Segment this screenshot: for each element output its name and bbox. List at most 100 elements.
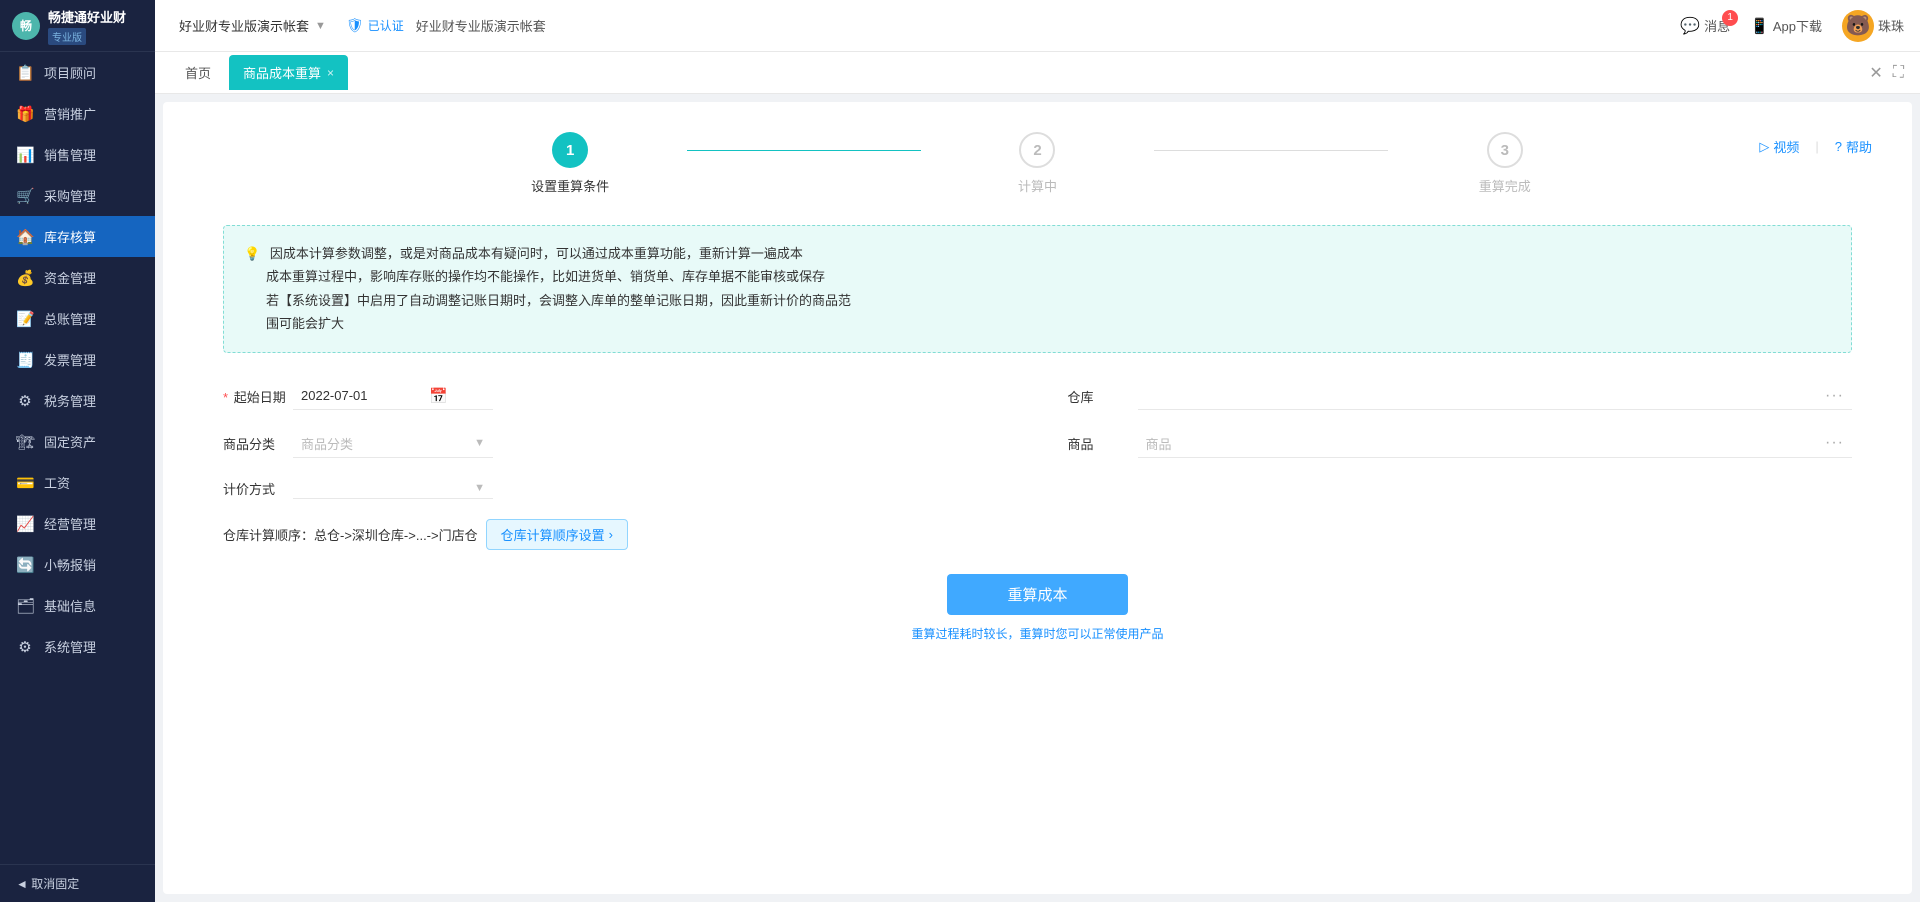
sidebar-item-salary[interactable]: 💳 工资 [0, 462, 155, 503]
steps-header: 1 设置重算条件 2 计算中 3 重算完成 [163, 102, 1912, 215]
sidebar-item-label: 营销推广 [44, 104, 96, 123]
step-2-num: 2 [1033, 142, 1041, 159]
app-edition: 专业版 [48, 28, 86, 45]
sidebar-item-label: 基础信息 [44, 596, 96, 615]
sidebar-item-label: 经营管理 [44, 514, 96, 533]
chevron-right-icon: › [609, 527, 613, 542]
recalc-section: 重算成本 重算过程耗时较长，重算时您可以正常使用产品 [223, 574, 1852, 642]
required-star: * [223, 390, 228, 405]
sales-icon: 📊 [16, 146, 34, 164]
info-line-3: 若【系统设置】中启用了自动调整记账日期时，会调整入库单的整单记账日期，因此重新计… [244, 293, 851, 308]
sidebar-item-inventory[interactable]: 🏠 库存核算 [0, 216, 155, 257]
sidebar-item-marketing[interactable]: 🎁 营销推广 [0, 93, 155, 134]
sidebar-item-assets[interactable]: 🏗 固定资产 [0, 421, 155, 462]
project-icon: 📋 [16, 64, 34, 82]
inventory-icon: 🏠 [16, 228, 34, 246]
sidebar-item-label: 发票管理 [44, 350, 96, 369]
user-avatar-area[interactable]: 🐻 珠珠 [1842, 10, 1904, 42]
step-3-circle: 3 [1487, 132, 1523, 168]
warehouse-order-row: 仓库计算顺序：总仓->深圳仓库->...->门店仓 仓库计算顺序设置 › [223, 519, 1852, 550]
sidebar-item-purchase[interactable]: 🛒 采购管理 [0, 175, 155, 216]
sidebar-item-finance[interactable]: 💰 资金管理 [0, 257, 155, 298]
question-icon: ? [1835, 139, 1842, 154]
account-selector-text: 好业财专业版演示帐套 [179, 16, 309, 35]
expense-icon: 🔄 [16, 556, 34, 574]
start-date-input-wrapper[interactable]: 📅 [293, 383, 493, 410]
shield-icon: 🛡 [346, 17, 364, 34]
form-section: * 起始日期 📅 仓库 ··· [163, 373, 1912, 662]
verified-badge: 🛡 已认证 [346, 17, 404, 34]
category-field: 商品分类 商品分类 ▼ [223, 430, 1008, 458]
step-connector-2-3 [1154, 150, 1388, 151]
tabs-bar: 首页 商品成本重算 × ✕ ⛶ [155, 52, 1920, 94]
topbar-actions: 💬 消息 1 📱 App下载 🐻 珠珠 [1680, 10, 1904, 42]
pin-toggle-label: ◄ 取消固定 [16, 875, 79, 892]
form-row-1: * 起始日期 📅 仓库 ··· [223, 383, 1852, 410]
warehouse-more-button[interactable]: ··· [1825, 387, 1844, 405]
product-placeholder: 商品 [1146, 434, 1172, 453]
category-select[interactable]: 商品分类 ▼ [293, 430, 493, 458]
sidebar-item-sales[interactable]: 📊 销售管理 [0, 134, 155, 175]
content-area: 1 设置重算条件 2 计算中 3 重算完成 [163, 102, 1912, 894]
info-box: 💡 因成本计算参数调整，或是对商品成本有疑问时，可以通过成本重算功能，重新计算一… [223, 225, 1852, 353]
sidebar-item-basic[interactable]: 🗂 基础信息 [0, 585, 155, 626]
warehouse-label: 仓库 [1068, 387, 1138, 406]
sidebar-header: 畅 畅捷通好业财 专业版 [0, 0, 155, 52]
steps-row: 1 设置重算条件 2 计算中 3 重算完成 [453, 132, 1621, 195]
sidebar-item-label: 资金管理 [44, 268, 96, 287]
sidebar-item-label: 采购管理 [44, 186, 96, 205]
ledger-icon: 📝 [16, 310, 34, 328]
app-download-label: App下载 [1773, 16, 1822, 35]
start-date-input[interactable] [301, 388, 421, 403]
app-download-button[interactable]: 📱 App下载 [1750, 16, 1822, 35]
video-help-button[interactable]: ▷ 视频 [1759, 137, 1799, 156]
pricing-select[interactable]: ▼ [293, 478, 493, 499]
assets-icon: 🏗 [16, 433, 34, 451]
video-label: 视频 [1773, 137, 1799, 156]
sidebar-item-ledger[interactable]: 📝 总账管理 [0, 298, 155, 339]
account-selector[interactable]: 好业财专业版演示帐套 ▼ [171, 12, 334, 39]
message-icon: 💬 [1680, 16, 1700, 36]
sidebar-item-operations[interactable]: 📈 经营管理 [0, 503, 155, 544]
recalc-button[interactable]: 重算成本 [947, 574, 1127, 615]
invoice-icon: 🧾 [16, 351, 34, 369]
help-label: 帮助 [1846, 137, 1872, 156]
finance-icon: 💰 [16, 269, 34, 287]
category-label: 商品分类 [223, 434, 293, 453]
product-label: 商品 [1068, 434, 1138, 453]
sidebar-item-label: 库存核算 [44, 227, 96, 246]
play-icon: ▷ [1759, 139, 1769, 155]
sidebar: 畅 畅捷通好业财 专业版 📋 项目顾问 🎁 营销推广 📊 销售管理 🛒 采购管理… [0, 0, 155, 902]
main-area: 好业财专业版演示帐套 ▼ 🛡 已认证 好业财专业版演示帐套 💬 消息 1 📱 A… [155, 0, 1920, 902]
step-2-label: 计算中 [1018, 176, 1057, 195]
help-button[interactable]: ? 帮助 [1835, 137, 1872, 156]
tab-close-icon[interactable]: × [327, 66, 334, 80]
sidebar-pin-toggle[interactable]: ◄ 取消固定 [0, 864, 155, 902]
sidebar-item-invoice[interactable]: 🧾 发票管理 [0, 339, 155, 380]
app-name: 畅捷通好业财 [48, 7, 126, 26]
warehouse-order-settings-button[interactable]: 仓库计算顺序设置 › [486, 519, 628, 550]
message-button[interactable]: 💬 消息 1 [1680, 16, 1730, 36]
step-3-label: 重算完成 [1479, 176, 1531, 195]
tabs-controls: ✕ ⛶ [1869, 63, 1904, 83]
calendar-icon[interactable]: 📅 [429, 387, 448, 405]
pricing-field: 计价方式 ▼ [223, 478, 1852, 499]
sidebar-item-project[interactable]: 📋 项目顾问 [0, 52, 155, 93]
tab-home[interactable]: 首页 [171, 55, 225, 90]
sidebar-item-tax[interactable]: ⚙ 税务管理 [0, 380, 155, 421]
expand-window-button[interactable]: ⛶ [1893, 64, 1904, 82]
help-area: ▷ 视频 | ? 帮助 [1759, 137, 1872, 156]
sidebar-item-system[interactable]: ⚙ 系统管理 [0, 626, 155, 667]
step-3: 3 重算完成 [1388, 132, 1622, 195]
step-3-num: 3 [1501, 142, 1509, 159]
tab-recalc[interactable]: 商品成本重算 × [229, 55, 348, 90]
marketing-icon: 🎁 [16, 105, 34, 123]
step-2: 2 计算中 [921, 132, 1155, 195]
sidebar-item-expense[interactable]: 🔄 小畅报销 [0, 544, 155, 585]
warehouse-field: 仓库 ··· [1068, 383, 1853, 410]
product-more-button[interactable]: ··· [1825, 434, 1844, 452]
category-placeholder: 商品分类 [301, 434, 466, 453]
recalc-btn-label: 重算成本 [1007, 587, 1067, 604]
sidebar-item-label: 工资 [44, 473, 70, 492]
close-window-button[interactable]: ✕ [1869, 63, 1882, 83]
